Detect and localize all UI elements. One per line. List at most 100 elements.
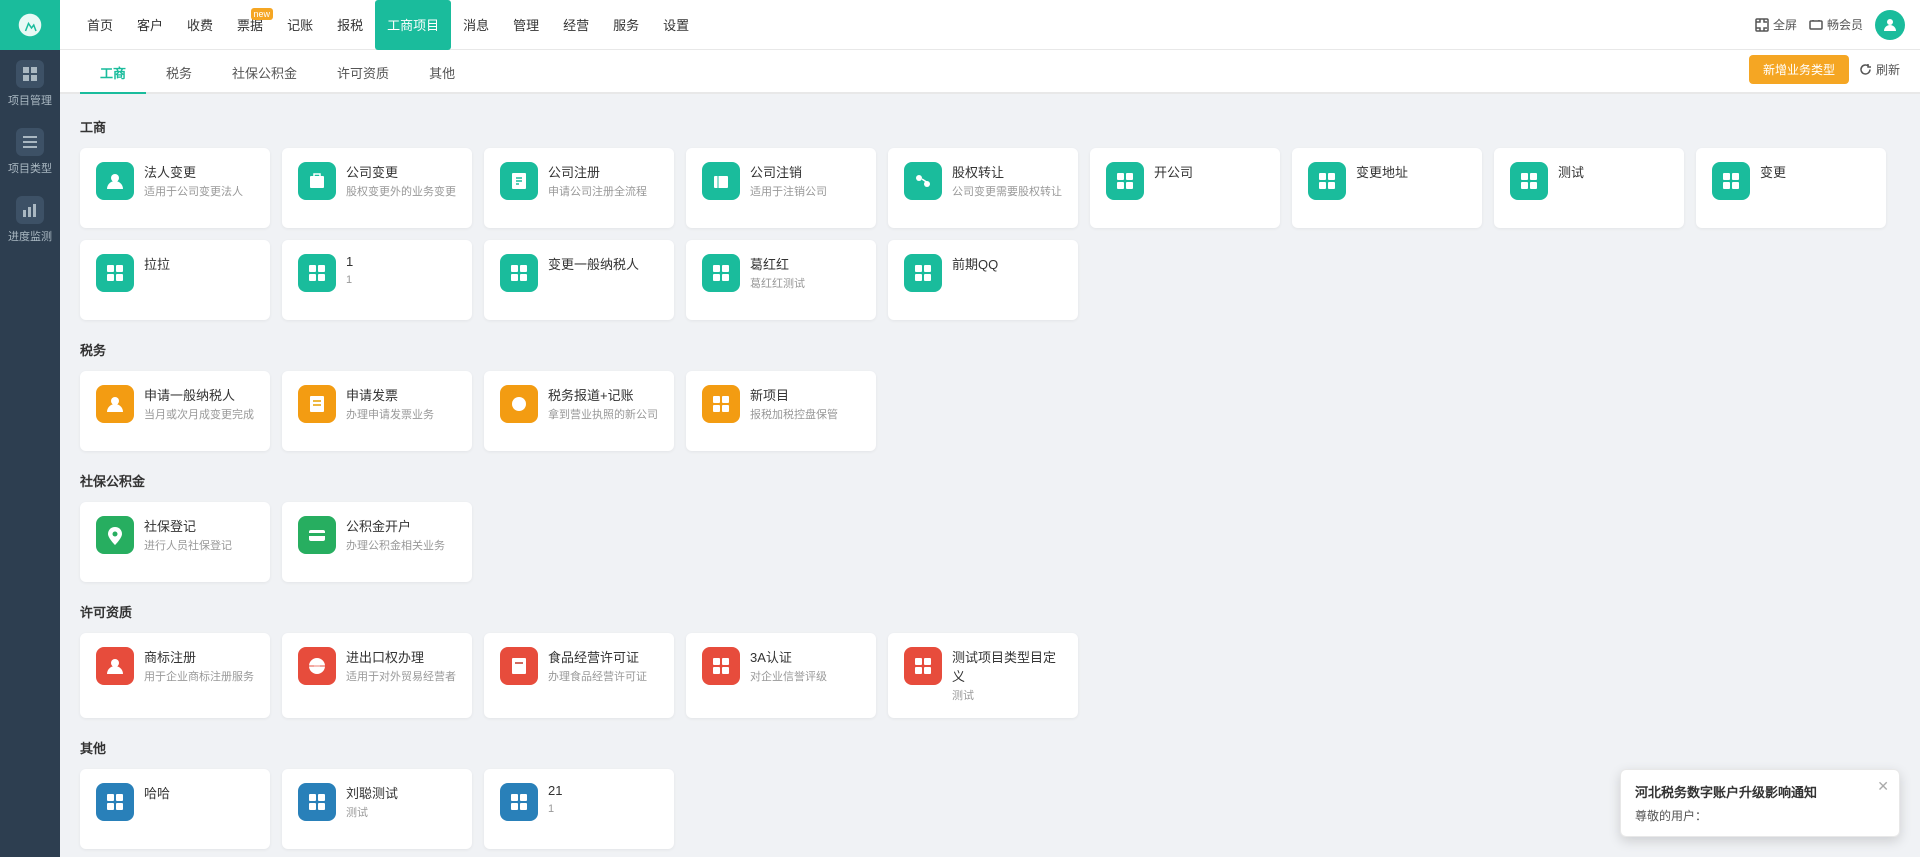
sidebar-item-project-manage-label: 项目管理: [8, 92, 52, 108]
sidebar-item-project-type[interactable]: 项目类型: [0, 118, 60, 186]
card-food-license[interactable]: 食品经营许可证 办理食品经营许可证: [484, 633, 674, 718]
main-scroll: 工商 法人变更 适用于公司变更法人: [60, 94, 1920, 857]
card-icon-qiqi-qq: [904, 254, 942, 292]
section-title-license: 许可资质: [80, 602, 1900, 621]
card-icon-haha: [96, 783, 134, 821]
card-liucong-test[interactable]: 刘聪测试 测试: [282, 769, 472, 849]
card-icon-lala: [96, 254, 134, 292]
card-open-company[interactable]: 开公司: [1090, 148, 1280, 228]
add-type-button[interactable]: 新增业务类型: [1749, 55, 1849, 84]
nav-service[interactable]: 服务: [601, 0, 651, 50]
card-qiqi-qq[interactable]: 前期QQ: [888, 240, 1078, 320]
tab-license[interactable]: 许可资质: [317, 53, 409, 94]
member-btn[interactable]: 畅会员: [1809, 16, 1863, 33]
card-test-type-def[interactable]: 测试项目类型目定义 测试: [888, 633, 1078, 718]
tabs-left: 工商 税务 社保公积金 许可资质 其他: [80, 53, 475, 92]
nav-settings[interactable]: 设置: [651, 0, 701, 50]
card-haha[interactable]: 哈哈: [80, 769, 270, 849]
tabs-right: 新增业务类型 刷新: [1749, 55, 1900, 92]
card-title-legal-change: 法人变更: [144, 162, 254, 181]
content-body: 工商 税务 社保公积金 许可资质 其他 新增业务类型 刷新 工商: [60, 50, 1920, 857]
nav-manage[interactable]: 管理: [501, 0, 551, 50]
sidebar-item-project-type-label: 项目类型: [8, 160, 52, 176]
card-apply-general-tax[interactable]: 申请一般纳税人 当月或次月成变更完成: [80, 371, 270, 451]
tab-industry[interactable]: 工商: [80, 53, 146, 94]
card-equity-transfer[interactable]: 股权转让 公司变更需要股权转让: [888, 148, 1078, 228]
card-trademark[interactable]: 商标注册 用于企业商标注册服务: [80, 633, 270, 718]
nav-invoice[interactable]: 票据 new: [225, 0, 275, 50]
card-lala[interactable]: 拉拉: [80, 240, 270, 320]
card-tax-report-accounting[interactable]: ¥ 税务报道+记账 拿到营业执照的新公司: [484, 371, 674, 451]
fullscreen-btn[interactable]: 全屏: [1755, 16, 1797, 33]
card-icon-21: [500, 783, 538, 821]
grid-icon: [16, 60, 44, 88]
card-fund-account[interactable]: 公积金开户 办理公积金相关业务: [282, 502, 472, 582]
topnav-right: 全屏 畅会员: [1755, 10, 1905, 40]
card-1[interactable]: 1 1: [282, 240, 472, 320]
card-icon-open-company: [1106, 162, 1144, 200]
card-3a-cert[interactable]: 3A认证 对企业信誉评级: [686, 633, 876, 718]
card-icon-new-project: [702, 385, 740, 423]
section-title-other: 其他: [80, 738, 1900, 757]
card-icon-import-export: [298, 647, 336, 685]
card-company-register[interactable]: 公司注册 申请公司注册全流程: [484, 148, 674, 228]
card-icon-liucong-test: [298, 783, 336, 821]
card-change-address[interactable]: 变更地址: [1292, 148, 1482, 228]
card-21[interactable]: 21 1: [484, 769, 674, 849]
tab-other[interactable]: 其他: [409, 53, 475, 94]
industry-cards: 法人变更 适用于公司变更法人 公司变更 股权变更外的业务变更: [80, 148, 1900, 320]
card-icon-change-address: [1308, 162, 1346, 200]
card-icon-company-register: [500, 162, 538, 200]
sidebar-item-project-manage[interactable]: 项目管理: [0, 50, 60, 118]
card-change-tax[interactable]: 变更一般纳税人: [484, 240, 674, 320]
card-gehonghong[interactable]: 葛红红 葛红红测试: [686, 240, 876, 320]
card-company-cancel[interactable]: 公司注销 适用于注销公司: [686, 148, 876, 228]
card-import-export[interactable]: 进出口权办理 适用于对外贸易经营者: [282, 633, 472, 718]
nav-operation[interactable]: 经营: [551, 0, 601, 50]
card-legal-change[interactable]: 法人变更 适用于公司变更法人: [80, 148, 270, 228]
sidebar-logo[interactable]: [0, 0, 60, 50]
sidebar-item-progress-label: 进度监测: [8, 228, 52, 244]
card-social-register[interactable]: 社保登记 进行人员社保登记: [80, 502, 270, 582]
card-icon-tax-report: ¥: [500, 385, 538, 423]
card-company-change[interactable]: 公司变更 股权变更外的业务变更: [282, 148, 472, 228]
topnav: 首页 客户 收费 票据 new 记账 报税 工商项目 消息 管理 经营 服务 设…: [60, 0, 1920, 50]
card-change[interactable]: 变更: [1696, 148, 1886, 228]
notification-close-button[interactable]: ✕: [1877, 778, 1889, 795]
avatar[interactable]: [1875, 10, 1905, 40]
card-icon-test-type-def: [904, 647, 942, 685]
card-icon-test: [1510, 162, 1548, 200]
badge-new: new: [251, 8, 274, 20]
card-icon-company-change: [298, 162, 336, 200]
nav-accounting[interactable]: 记账: [275, 0, 325, 50]
tax-cards: 申请一般纳税人 当月或次月成变更完成 申请发票 办理申请发票业务: [80, 371, 1900, 451]
nav-industry[interactable]: 工商项目: [375, 0, 451, 50]
social-cards: 社保登记 进行人员社保登记 公积金开户 办理公积金相关业务: [80, 502, 1900, 582]
card-icon-company-cancel: [702, 162, 740, 200]
card-desc-legal-change: 适用于公司变更法人: [144, 185, 254, 200]
tab-tax[interactable]: 税务: [146, 53, 212, 94]
section-title-tax: 税务: [80, 340, 1900, 359]
card-icon-equity-transfer: [904, 162, 942, 200]
nav-home[interactable]: 首页: [75, 0, 125, 50]
card-icon-change: [1712, 162, 1750, 200]
content-panel: 工商 税务 社保公积金 许可资质 其他 新增业务类型 刷新 工商: [60, 50, 1920, 857]
card-icon-food-license: [500, 647, 538, 685]
card-new-project[interactable]: 新项目 报税加税控盘保管: [686, 371, 876, 451]
notification-body: 尊敬的用户：: [1635, 807, 1885, 824]
section-title-social: 社保公积金: [80, 471, 1900, 490]
nav-customer[interactable]: 客户: [125, 0, 175, 50]
card-test[interactable]: 测试: [1494, 148, 1684, 228]
tab-social[interactable]: 社保公积金: [212, 53, 317, 94]
main-container: 首页 客户 收费 票据 new 记账 报税 工商项目 消息 管理 经营 服务 设…: [60, 0, 1920, 857]
sidebar-item-progress[interactable]: 进度监测: [0, 186, 60, 254]
card-icon-legal-change: [96, 162, 134, 200]
list-icon: [16, 128, 44, 156]
nav-message[interactable]: 消息: [451, 0, 501, 50]
card-icon-3a-cert: [702, 647, 740, 685]
card-apply-invoice[interactable]: 申请发票 办理申请发票业务: [282, 371, 472, 451]
nav-collection[interactable]: 收费: [175, 0, 225, 50]
card-icon-fund-account: [298, 516, 336, 554]
nav-tax[interactable]: 报税: [325, 0, 375, 50]
refresh-button[interactable]: 刷新: [1859, 61, 1900, 78]
